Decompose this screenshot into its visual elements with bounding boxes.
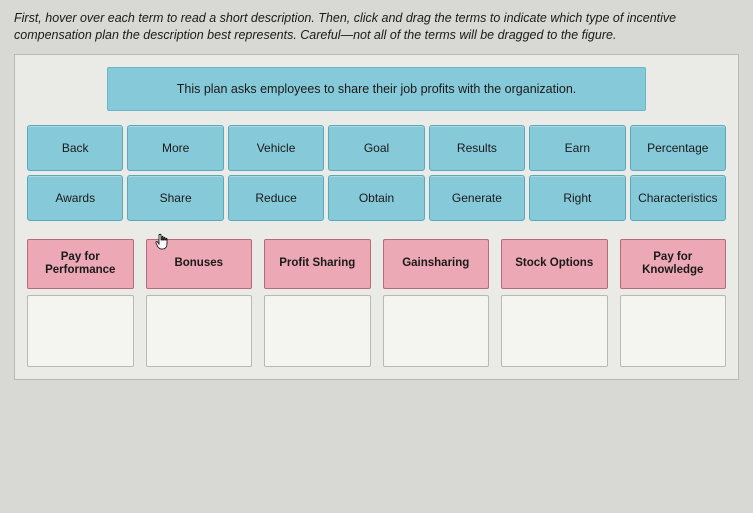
category-stock-options: Stock Options bbox=[501, 239, 608, 367]
category-header-bonuses: Bonuses bbox=[146, 239, 253, 289]
term-grid-row-1: Back More Vehicle Goal Results Earn Perc… bbox=[27, 125, 726, 221]
term-more[interactable]: More bbox=[127, 125, 223, 171]
drop-zone-bonuses[interactable] bbox=[146, 295, 253, 367]
category-gainsharing: Gainsharing bbox=[383, 239, 490, 367]
term-percentage[interactable]: Percentage bbox=[630, 125, 726, 171]
term-vehicle[interactable]: Vehicle bbox=[228, 125, 324, 171]
term-reduce[interactable]: Reduce bbox=[228, 175, 324, 221]
instructions-text: First, hover over each term to read a sh… bbox=[0, 0, 753, 50]
activity-panel: This plan asks employees to share their … bbox=[14, 54, 739, 380]
category-pay-for-knowledge: Pay for Knowledge bbox=[620, 239, 727, 367]
term-generate[interactable]: Generate bbox=[429, 175, 525, 221]
category-grid: Pay for Performance Bonuses Profit Shari… bbox=[27, 239, 726, 367]
category-header-stock-options: Stock Options bbox=[501, 239, 608, 289]
term-awards[interactable]: Awards bbox=[27, 175, 123, 221]
category-profit-sharing: Profit Sharing bbox=[264, 239, 371, 367]
term-share[interactable]: Share bbox=[127, 175, 223, 221]
term-earn[interactable]: Earn bbox=[529, 125, 625, 171]
term-back[interactable]: Back bbox=[27, 125, 123, 171]
category-bonuses: Bonuses bbox=[146, 239, 253, 367]
drop-zone-pay-for-performance[interactable] bbox=[27, 295, 134, 367]
category-header-profit-sharing: Profit Sharing bbox=[264, 239, 371, 289]
term-characteristics[interactable]: Characteristics bbox=[630, 175, 726, 221]
drop-zone-pay-for-knowledge[interactable] bbox=[620, 295, 727, 367]
drop-zone-gainsharing[interactable] bbox=[383, 295, 490, 367]
category-header-pay-for-performance: Pay for Performance bbox=[27, 239, 134, 289]
term-results[interactable]: Results bbox=[429, 125, 525, 171]
term-right[interactable]: Right bbox=[529, 175, 625, 221]
drop-zone-profit-sharing[interactable] bbox=[264, 295, 371, 367]
category-header-gainsharing: Gainsharing bbox=[383, 239, 490, 289]
term-obtain[interactable]: Obtain bbox=[328, 175, 424, 221]
category-header-pay-for-knowledge: Pay for Knowledge bbox=[620, 239, 727, 289]
category-pay-for-performance: Pay for Performance bbox=[27, 239, 134, 367]
drop-zone-stock-options[interactable] bbox=[501, 295, 608, 367]
term-goal[interactable]: Goal bbox=[328, 125, 424, 171]
prompt-bar: This plan asks employees to share their … bbox=[107, 67, 646, 111]
